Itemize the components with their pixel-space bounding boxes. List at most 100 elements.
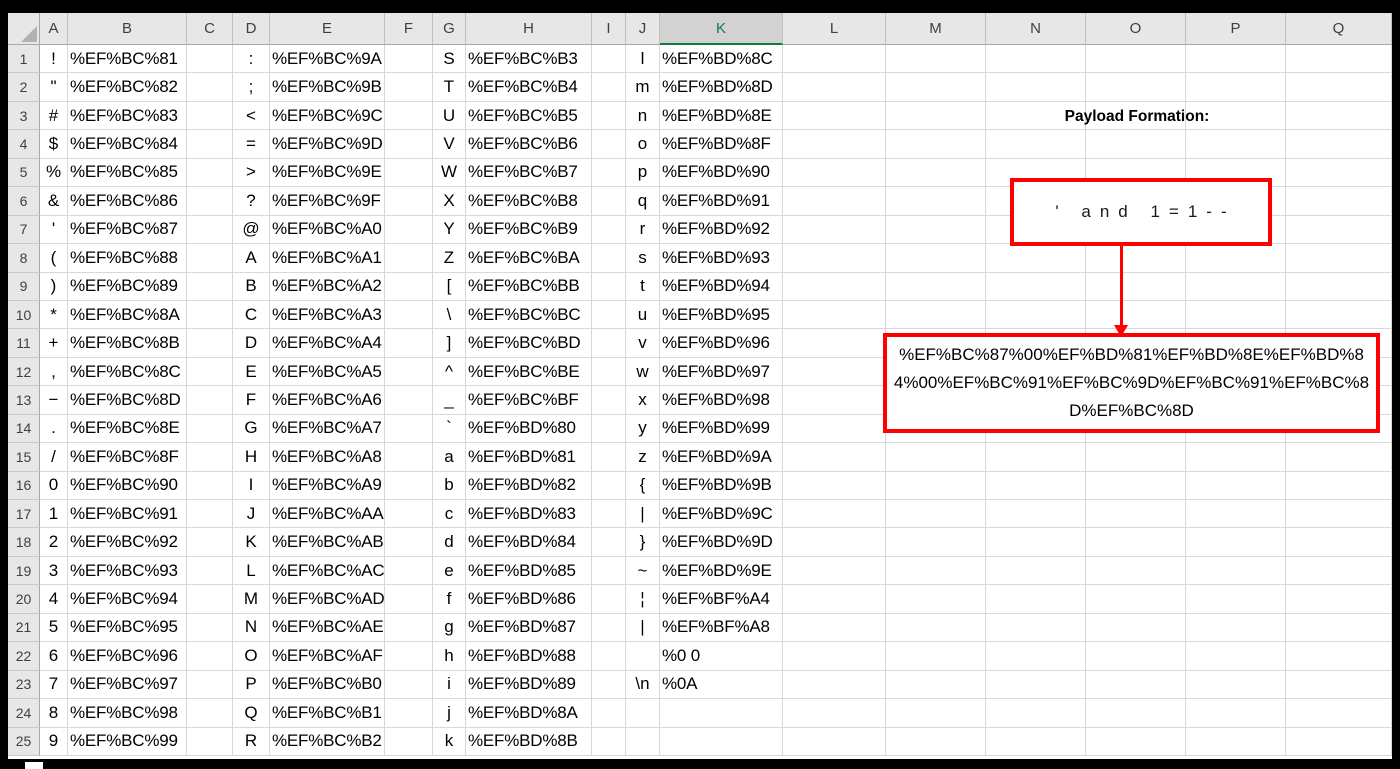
cell-P4[interactable]: [1186, 130, 1286, 159]
cell-M20[interactable]: [886, 585, 986, 614]
cell-P12[interactable]: [1186, 357, 1286, 387]
cell-L4[interactable]: [783, 130, 886, 159]
cell-J7[interactable]: r: [626, 215, 660, 245]
cell-C3[interactable]: [187, 101, 233, 131]
cell-A4[interactable]: $: [40, 130, 68, 159]
cell-L18[interactable]: [783, 528, 886, 557]
cell-Q8[interactable]: [1286, 244, 1392, 273]
cell-M25[interactable]: [886, 727, 986, 756]
cell-I17[interactable]: [592, 500, 626, 529]
row-header-3[interactable]: 3: [8, 101, 40, 131]
cell-I18[interactable]: [592, 528, 626, 557]
cell-I15[interactable]: [592, 443, 626, 472]
cell-D21[interactable]: N: [233, 613, 270, 643]
cell-C8[interactable]: [187, 244, 233, 273]
row-header-18[interactable]: 18: [8, 528, 40, 557]
cell-I7[interactable]: [592, 215, 626, 245]
cell-C9[interactable]: [187, 272, 233, 301]
cell-B18[interactable]: %EF%BC%92: [68, 528, 187, 557]
row-header-9[interactable]: 9: [8, 272, 40, 301]
cell-J5[interactable]: p: [626, 158, 660, 188]
cell-K12[interactable]: %EF%BD%97: [660, 357, 783, 387]
cell-F9[interactable]: [385, 272, 433, 301]
cell-I20[interactable]: [592, 585, 626, 614]
cell-F16[interactable]: [385, 471, 433, 500]
cell-F10[interactable]: [385, 300, 433, 330]
cell-L22[interactable]: [783, 642, 886, 671]
cell-D10[interactable]: C: [233, 300, 270, 330]
cell-K8[interactable]: %EF%BD%93: [660, 244, 783, 273]
cell-O16[interactable]: [1086, 471, 1186, 500]
cell-F24[interactable]: [385, 699, 433, 728]
cell-D7[interactable]: @: [233, 215, 270, 245]
cell-P20[interactable]: [1186, 585, 1286, 614]
cell-H3[interactable]: %EF%BC%B5: [466, 101, 592, 131]
cell-I11[interactable]: [592, 329, 626, 358]
column-header-H[interactable]: H: [466, 13, 592, 45]
cell-H24[interactable]: %EF%BD%8A: [466, 699, 592, 728]
cell-O17[interactable]: [1086, 500, 1186, 529]
cell-E15[interactable]: %EF%BC%A8: [270, 443, 385, 472]
cell-Q15[interactable]: [1286, 443, 1392, 472]
row-header-1[interactable]: 1: [8, 45, 40, 74]
cell-F11[interactable]: [385, 329, 433, 358]
cell-D14[interactable]: G: [233, 414, 270, 444]
column-header-J[interactable]: J: [626, 13, 660, 45]
column-header-I[interactable]: I: [592, 13, 626, 45]
cell-B17[interactable]: %EF%BC%91: [68, 500, 187, 529]
cell-L24[interactable]: [783, 699, 886, 728]
cell-Q12[interactable]: [1286, 357, 1392, 387]
cell-O20[interactable]: [1086, 585, 1186, 614]
cell-E20[interactable]: %EF%BC%AD: [270, 585, 385, 614]
cell-A20[interactable]: 4: [40, 585, 68, 614]
cell-F4[interactable]: [385, 130, 433, 159]
cell-L12[interactable]: [783, 357, 886, 387]
cell-A13[interactable]: −: [40, 386, 68, 415]
cell-N24[interactable]: [986, 699, 1086, 728]
cell-Q9[interactable]: [1286, 272, 1392, 301]
cell-K17[interactable]: %EF%BD%9C: [660, 500, 783, 529]
cell-O24[interactable]: [1086, 699, 1186, 728]
cell-N4[interactable]: [986, 130, 1086, 159]
cell-B7[interactable]: %EF%BC%87: [68, 215, 187, 245]
column-header-B[interactable]: B: [68, 13, 187, 45]
cell-G13[interactable]: _: [433, 386, 466, 415]
cell-K6[interactable]: %EF%BD%91: [660, 187, 783, 216]
cell-P23[interactable]: [1186, 670, 1286, 700]
cell-N25[interactable]: [986, 727, 1086, 756]
cell-E22[interactable]: %EF%BC%AF: [270, 642, 385, 671]
cell-G2[interactable]: T: [433, 73, 466, 102]
cell-H7[interactable]: %EF%BC%B9: [466, 215, 592, 245]
cell-K18[interactable]: %EF%BD%9D: [660, 528, 783, 557]
cell-G20[interactable]: f: [433, 585, 466, 614]
cell-J3[interactable]: n: [626, 101, 660, 131]
cell-A1[interactable]: !: [40, 45, 68, 74]
cell-M19[interactable]: [886, 556, 986, 586]
cell-L14[interactable]: [783, 414, 886, 444]
row-header-6[interactable]: 6: [8, 187, 40, 216]
cell-E6[interactable]: %EF%BC%9F: [270, 187, 385, 216]
cell-D13[interactable]: F: [233, 386, 270, 415]
cell-Q14[interactable]: [1286, 414, 1392, 444]
cell-H10[interactable]: %EF%BC%BC: [466, 300, 592, 330]
cell-Q13[interactable]: [1286, 386, 1392, 415]
cell-P14[interactable]: [1186, 414, 1286, 444]
cell-A24[interactable]: 8: [40, 699, 68, 728]
cell-P9[interactable]: [1186, 272, 1286, 301]
cell-J22[interactable]: [626, 642, 660, 671]
cell-L3[interactable]: [783, 101, 886, 131]
cell-D19[interactable]: L: [233, 556, 270, 586]
column-header-F[interactable]: F: [385, 13, 433, 45]
cell-G11[interactable]: ]: [433, 329, 466, 358]
cell-F21[interactable]: [385, 613, 433, 643]
cell-Q23[interactable]: [1286, 670, 1392, 700]
cell-C19[interactable]: [187, 556, 233, 586]
cell-I25[interactable]: [592, 727, 626, 756]
cell-N18[interactable]: [986, 528, 1086, 557]
row-header-2[interactable]: 2: [8, 73, 40, 102]
cell-I2[interactable]: [592, 73, 626, 102]
cell-D8[interactable]: A: [233, 244, 270, 273]
cell-H5[interactable]: %EF%BC%B7: [466, 158, 592, 188]
cell-A18[interactable]: 2: [40, 528, 68, 557]
cell-Q10[interactable]: [1286, 300, 1392, 330]
